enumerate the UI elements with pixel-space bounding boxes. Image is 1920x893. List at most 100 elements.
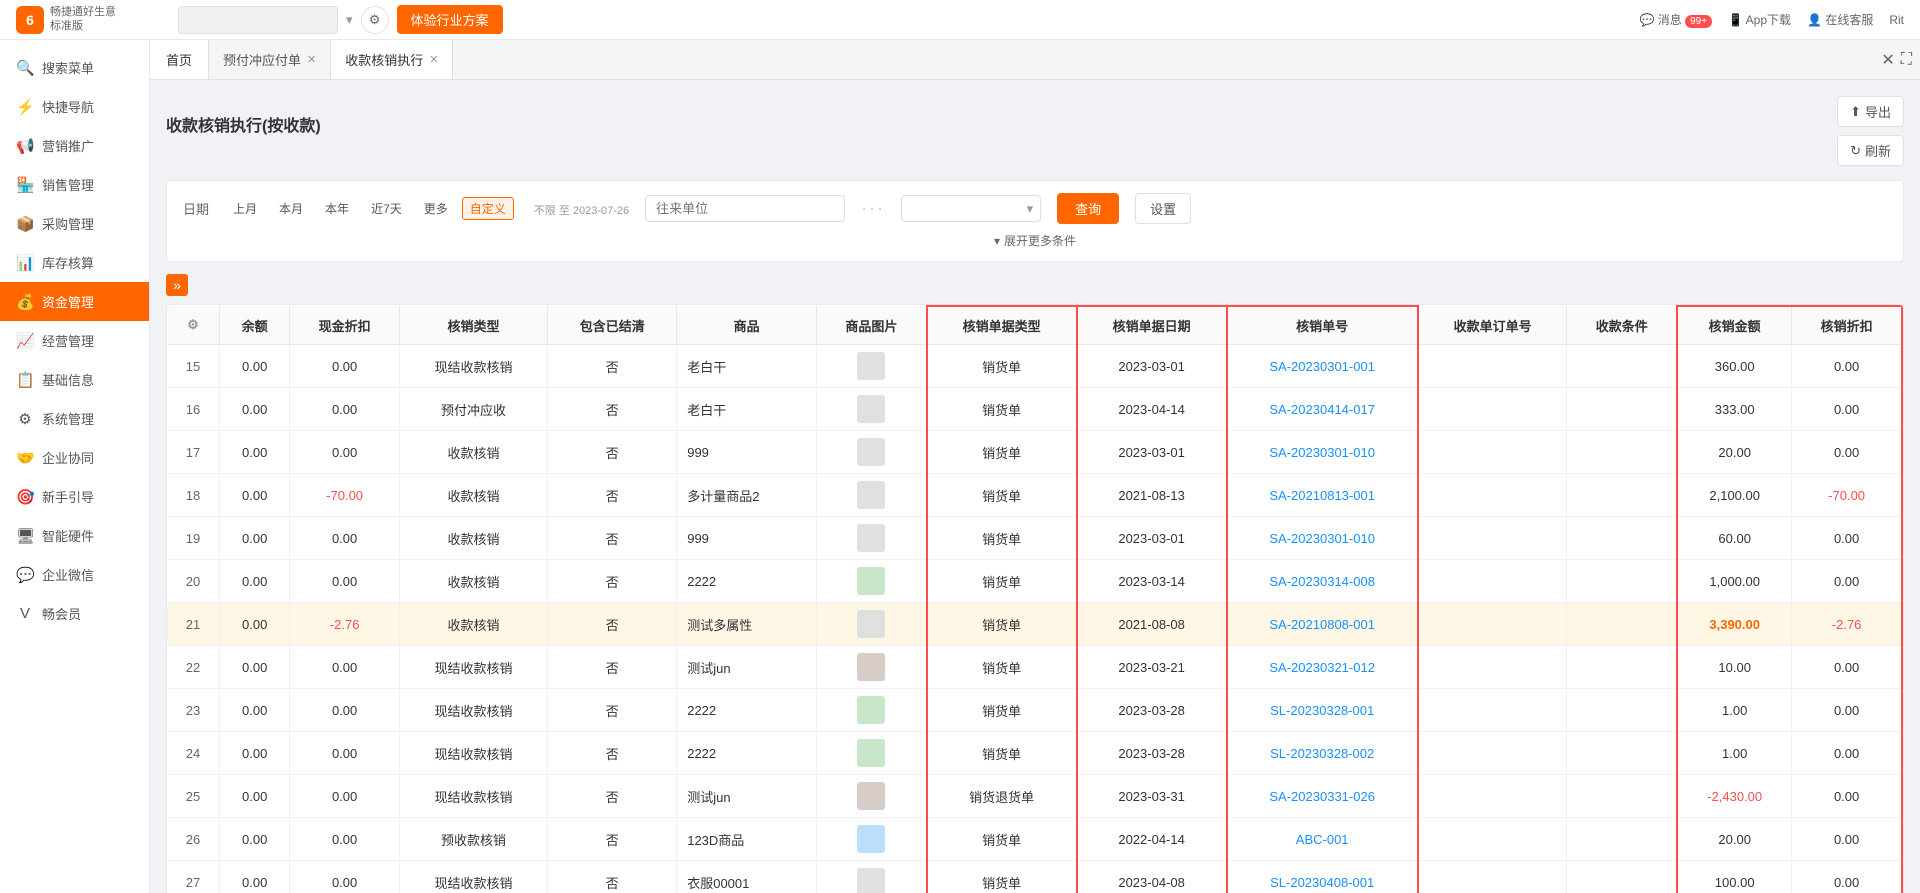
col-writeoff-no: 核销单号 xyxy=(1227,306,1418,345)
page-content: 收款核销执行(按收款) ⬆ 导出 ↻ 刷新 日期 上月 本月 本年 近7天 更多 xyxy=(150,80,1920,893)
sidebar-icon: 📊 xyxy=(16,254,34,272)
cell-receipt-condition xyxy=(1567,775,1677,818)
query-button[interactable]: 查询 xyxy=(1057,193,1119,224)
settings-button[interactable]: 设置 xyxy=(1135,193,1191,224)
sidebar-label: 快捷导航 xyxy=(42,97,94,116)
cell-writeoff-bill-type: 销货单 xyxy=(927,818,1077,861)
col-writeoff-bill-type: 核销单据类型 xyxy=(927,306,1077,345)
logo: 6 畅捷通好生意 标准版 xyxy=(16,6,166,34)
col-settings-icon[interactable]: ⚙ xyxy=(187,317,199,332)
cell-cash-discount: 0.00 xyxy=(290,517,399,560)
cell-goods-image xyxy=(816,646,926,689)
sidebar-label: 企业微信 xyxy=(42,565,94,584)
col-writeoff-amount: 核销金额 xyxy=(1677,306,1792,345)
sidebar-item-资金管理[interactable]: 💰资金管理 xyxy=(0,282,149,321)
sidebar-item-采购管理[interactable]: 📦采购管理 xyxy=(0,204,149,243)
cell-writeoff-bill-type: 销货单 xyxy=(927,732,1077,775)
refresh-button[interactable]: ↻ 刷新 xyxy=(1837,135,1904,166)
sidebar-item-快捷导航[interactable]: ⚡快捷导航 xyxy=(0,87,149,126)
cell-writeoff-no: SA-20230331-026 xyxy=(1227,775,1418,818)
cell-writeoff-type: 收款核销 xyxy=(399,517,547,560)
dropdown-arrow[interactable]: ▾ xyxy=(346,12,353,28)
sidebar-label: 新手引导 xyxy=(42,487,94,506)
expand-more[interactable]: ▾ 展开更多条件 xyxy=(183,232,1887,249)
date-this-month[interactable]: 本月 xyxy=(271,197,311,220)
sidebar-icon: 🎯 xyxy=(16,488,34,506)
table-row: 16 0.00 0.00 预付冲应收 否 老白干 销货单 2023-04-14 … xyxy=(167,388,1902,431)
cell-receipt-order-no xyxy=(1418,689,1567,732)
tab-window-close[interactable]: ✕ xyxy=(1881,50,1894,70)
cell-id: 22 xyxy=(167,646,219,689)
date-7days[interactable]: 近7天 xyxy=(363,197,410,220)
cell-receipt-condition xyxy=(1567,689,1677,732)
cell-writeoff-type: 现结收款核销 xyxy=(399,345,547,388)
cell-writeoff-date: 2023-03-01 xyxy=(1077,431,1227,474)
cell-receipt-order-no xyxy=(1418,345,1567,388)
tab-writeoff[interactable]: 收款核销执行 ✕ xyxy=(331,40,453,79)
sidebar-item-搜索菜单[interactable]: 🔍搜索菜单 xyxy=(0,48,149,87)
page-header-actions: ⬆ 导出 ↻ 刷新 xyxy=(1837,96,1904,166)
sidebar-label: 智能硬件 xyxy=(42,526,94,545)
sidebar-item-系统管理[interactable]: ⚙系统管理 xyxy=(0,399,149,438)
sidebar-icon: 🤝 xyxy=(16,449,34,467)
cell-receipt-condition xyxy=(1567,861,1677,893)
tab-prepay[interactable]: 预付冲应付单 ✕ xyxy=(209,40,331,79)
online-service-link[interactable]: 👤 在线客服 xyxy=(1807,11,1873,28)
cell-writeoff-type: 收款核销 xyxy=(399,560,547,603)
table-row: 17 0.00 0.00 收款核销 否 999 销货单 2023-03-01 S… xyxy=(167,431,1902,474)
sidebar-item-畅会员[interactable]: V畅会员 xyxy=(0,594,149,633)
top-bar-right: 💬 消息 99+ 📱 App下载 👤 在线客服 Rit xyxy=(1639,11,1904,28)
sidebar-item-库存核算[interactable]: 📊库存核算 xyxy=(0,243,149,282)
cell-balance: 0.00 xyxy=(219,560,289,603)
cell-receipt-order-no xyxy=(1418,861,1567,893)
cell-include-settled: 否 xyxy=(548,861,677,893)
cell-id: 23 xyxy=(167,689,219,732)
sidebar-item-企业微信[interactable]: 💬企业微信 xyxy=(0,555,149,594)
sidebar-item-销售管理[interactable]: 🏪销售管理 xyxy=(0,165,149,204)
cell-writeoff-amount: 1.00 xyxy=(1677,689,1792,732)
cell-writeoff-type: 现结收款核销 xyxy=(399,861,547,893)
tab-home[interactable]: 首页 xyxy=(150,40,209,79)
cell-include-settled: 否 xyxy=(548,560,677,603)
table-row: 25 0.00 0.00 现结收款核销 否 测试jun 销货退货单 2023-0… xyxy=(167,775,1902,818)
cell-writeoff-date: 2023-03-01 xyxy=(1077,345,1227,388)
sidebar: 🔍搜索菜单⚡快捷导航📢营销推广🏪销售管理📦采购管理📊库存核算💰资金管理📈经营管理… xyxy=(0,40,150,893)
table-row: 26 0.00 0.00 预收款核销 否 123D商品 销货单 2022-04-… xyxy=(167,818,1902,861)
date-last-month[interactable]: 上月 xyxy=(225,197,265,220)
export-button[interactable]: ⬆ 导出 xyxy=(1837,96,1904,127)
single-type-select[interactable] xyxy=(901,195,1041,222)
cell-receipt-order-no xyxy=(1418,474,1567,517)
sidebar-item-营销推广[interactable]: 📢营销推广 xyxy=(0,126,149,165)
message-icon[interactable]: 💬 消息 99+ xyxy=(1639,11,1712,28)
cell-include-settled: 否 xyxy=(548,345,677,388)
sidebar-label: 基础信息 xyxy=(42,370,94,389)
cell-balance: 0.00 xyxy=(219,431,289,474)
tab-prepay-close[interactable]: ✕ xyxy=(307,53,316,66)
cell-goods-image xyxy=(816,560,926,603)
app-download-link[interactable]: 📱 App下载 xyxy=(1728,11,1791,28)
cell-writeoff-date: 2021-08-13 xyxy=(1077,474,1227,517)
partner-input[interactable] xyxy=(645,195,845,222)
tab-writeoff-close[interactable]: ✕ xyxy=(429,53,438,66)
settings-gear-icon[interactable]: ⚙ xyxy=(361,6,389,34)
industry-solution-button[interactable]: 体验行业方案 xyxy=(397,5,503,34)
cell-balance: 0.00 xyxy=(219,775,289,818)
sidebar-item-新手引导[interactable]: 🎯 新手引导 xyxy=(0,477,149,516)
cell-balance: 0.00 xyxy=(219,861,289,893)
cell-writeoff-no: SA-20230321-012 xyxy=(1227,646,1418,689)
cell-goods: 测试jun xyxy=(677,646,817,689)
cell-writeoff-no: SA-20210813-001 xyxy=(1227,474,1418,517)
sidebar-item-企业协同[interactable]: 🤝企业协同 xyxy=(0,438,149,477)
date-custom[interactable]: 自定义 xyxy=(462,197,514,220)
toolbar: » xyxy=(166,274,1904,296)
tab-window-expand[interactable]: ⛶ xyxy=(1901,51,1912,69)
sidebar-item-智能硬件[interactable]: 🖥智能硬件 xyxy=(0,516,149,555)
sidebar-item-基础信息[interactable]: 📋基础信息 xyxy=(0,360,149,399)
date-this-year[interactable]: 本年 xyxy=(317,197,357,220)
table-row: 15 0.00 0.00 现结收款核销 否 老白干 销货单 2023-03-01… xyxy=(167,345,1902,388)
expand-arrow-button[interactable]: » xyxy=(166,274,188,296)
cell-goods-image xyxy=(816,388,926,431)
sidebar-item-经营管理[interactable]: 📈经营管理 xyxy=(0,321,149,360)
cell-writeoff-date: 2022-04-14 xyxy=(1077,818,1227,861)
date-more[interactable]: 更多 xyxy=(416,197,456,220)
